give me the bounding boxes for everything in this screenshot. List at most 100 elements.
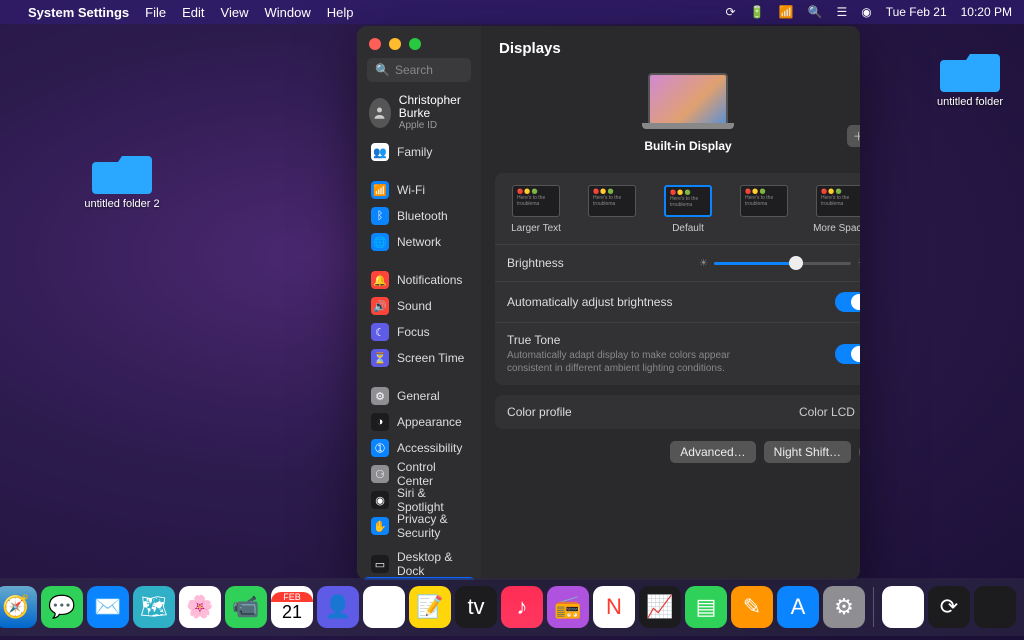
- dock-appstore[interactable]: A: [777, 586, 819, 628]
- night-shift-button[interactable]: Night Shift…: [764, 441, 851, 463]
- truetone-label: True Tone: [507, 333, 767, 347]
- sidebar-item-wi-fi[interactable]: 📶Wi-Fi: [363, 177, 475, 203]
- dock-settings[interactable]: ⚙: [823, 586, 865, 628]
- resolution-option[interactable]: 🔴🟡🟢Here's to the troublemaMore Space: [805, 185, 860, 234]
- sidebar-icon: ⚆: [371, 465, 389, 483]
- auto-brightness-label: Automatically adjust brightness: [507, 295, 672, 309]
- desktop-folder-2[interactable]: untitled folder 2: [82, 150, 162, 210]
- battery-icon[interactable]: 🔋: [750, 5, 765, 19]
- app-menu[interactable]: System Settings: [28, 5, 129, 20]
- sidebar-item-label: Privacy & Security: [397, 512, 467, 540]
- dock-safari[interactable]: 🧭: [0, 586, 37, 628]
- sidebar-item-label: Accessibility: [397, 441, 462, 455]
- wifi-icon[interactable]: 📶: [779, 5, 794, 19]
- sidebar-item-privacy-security[interactable]: ✋ Privacy & Security: [363, 513, 475, 539]
- minimize-button[interactable]: [389, 38, 401, 50]
- sidebar-item-focus[interactable]: ☾ Focus: [363, 319, 475, 345]
- sidebar-icon: 🔊: [371, 297, 389, 315]
- dock-steam[interactable]: ⟳: [928, 586, 970, 628]
- desktop-folder-1[interactable]: untitled folder: [930, 48, 1010, 108]
- search-input[interactable]: 🔍 Search: [367, 58, 471, 82]
- resolution-option[interactable]: 🔴🟡🟢Here's to the troublema: [577, 185, 647, 234]
- page-title: Displays: [481, 26, 860, 67]
- sidebar-item-sound[interactable]: 🔊 Sound: [363, 293, 475, 319]
- menu-help[interactable]: Help: [327, 5, 354, 20]
- dock-contacts[interactable]: 👤: [317, 586, 359, 628]
- sidebar-icon: ➀: [371, 439, 389, 457]
- color-profile-select[interactable]: Color LCD⇅: [799, 405, 860, 419]
- dock-news[interactable]: N: [593, 586, 635, 628]
- sidebar-icon: ☾: [371, 323, 389, 341]
- sidebar-item-screen-time[interactable]: ⏳ Screen Time: [363, 345, 475, 371]
- menu-file[interactable]: File: [145, 5, 166, 20]
- dock-maps[interactable]: 🗺: [133, 586, 175, 628]
- display-thumbnail[interactable]: [648, 73, 728, 125]
- dock-numbers[interactable]: ▤: [685, 586, 727, 628]
- sidebar-item-accessibility[interactable]: ➀ Accessibility: [363, 435, 475, 461]
- brightness-slider[interactable]: ☀ ☀: [699, 255, 860, 271]
- dock-facetime[interactable]: 📹: [225, 586, 267, 628]
- arrange-button[interactable]: ＋⌄: [847, 125, 860, 147]
- color-profile-label: Color profile: [507, 405, 572, 419]
- dock-pages[interactable]: ✎: [731, 586, 773, 628]
- menubar-date[interactable]: Tue Feb 21: [886, 5, 947, 19]
- menu-edit[interactable]: Edit: [182, 5, 204, 20]
- sidebar-item-label: Focus: [397, 325, 430, 339]
- advanced-button[interactable]: Advanced…: [670, 441, 755, 463]
- dock-reminders[interactable]: ☰: [363, 586, 405, 628]
- sidebar-item-siri-spotlight[interactable]: ◉Siri & Spotlight: [363, 487, 475, 513]
- sidebar-item-bluetooth[interactable]: ᛒBluetooth: [363, 203, 475, 229]
- window-controls: [357, 26, 481, 58]
- dock-music[interactable]: ♪: [501, 586, 543, 628]
- search-icon[interactable]: 🔍: [807, 5, 822, 19]
- menubar: System Settings File Edit View Window He…: [0, 0, 1024, 24]
- resolution-option[interactable]: 🔴🟡🟢Here's to the troublemaLarger Text: [501, 185, 571, 234]
- brightness-label: Brightness: [507, 256, 564, 270]
- sidebar-item-label: Bluetooth: [397, 209, 448, 223]
- dock-stocks[interactable]: 📈: [639, 586, 681, 628]
- dock-podcasts[interactable]: 📻: [547, 586, 589, 628]
- sidebar-item-label: Sound: [397, 299, 432, 313]
- sidebar-item-notifications[interactable]: 🔔Notifications: [363, 267, 475, 293]
- resolution-option[interactable]: 🔴🟡🟢Here's to the troublemaDefault: [653, 185, 723, 234]
- control-center-icon[interactable]: ☰: [836, 5, 847, 19]
- dock-separator: [873, 587, 874, 627]
- sidebar-icon: ◑: [371, 413, 389, 431]
- resolution-option[interactable]: 🔴🟡🟢Here's to the troublema: [729, 185, 799, 234]
- dock-apple[interactable]: [974, 586, 1016, 628]
- dock-mail[interactable]: ✉️: [87, 586, 129, 628]
- sidebar-item-label: Appearance: [397, 415, 462, 429]
- siri-icon[interactable]: ◉: [861, 5, 871, 19]
- sun-large-icon: ☀: [857, 255, 860, 271]
- sidebar-item-desktop-dock[interactable]: ▭Desktop & Dock: [363, 551, 475, 577]
- help-button[interactable]: ?: [859, 441, 860, 463]
- search-icon: 🔍: [375, 63, 390, 77]
- sidebar-icon: ⏳: [371, 349, 389, 367]
- sidebar-item-label: Network: [397, 235, 441, 249]
- sidebar-item-control-center[interactable]: ⚆Control Center: [363, 461, 475, 487]
- auto-brightness-toggle[interactable]: [835, 292, 860, 312]
- menu-view[interactable]: View: [221, 5, 249, 20]
- sidebar-item-family[interactable]: 👥Family: [363, 139, 475, 165]
- dock-notes[interactable]: 📝: [409, 586, 451, 628]
- truetone-toggle[interactable]: [835, 344, 860, 364]
- dock-photos[interactable]: 🌸: [179, 586, 221, 628]
- dock-tv[interactable]: tv: [455, 586, 497, 628]
- sidebar-icon: 🔔: [371, 271, 389, 289]
- dock-messages[interactable]: 💬: [41, 586, 83, 628]
- sidebar-icon: ✋: [371, 517, 389, 535]
- sidebar-item-network[interactable]: 🌐Network: [363, 229, 475, 255]
- sidebar-item-general[interactable]: ⚙General: [363, 383, 475, 409]
- status-icon[interactable]: ⟳: [726, 5, 736, 19]
- close-button[interactable]: [369, 38, 381, 50]
- menu-window[interactable]: Window: [264, 5, 310, 20]
- sidebar-item-label: Wi-Fi: [397, 183, 425, 197]
- dock-calendar[interactable]: FEB21: [271, 586, 313, 628]
- menubar-time[interactable]: 10:20 PM: [961, 5, 1012, 19]
- sidebar-item-appearance[interactable]: ◑ Appearance: [363, 409, 475, 435]
- apple-id-row[interactable]: Christopher Burke Apple ID: [357, 90, 481, 139]
- dock: 🙂 ▦ 🧭 💬 ✉️ 🗺 🌸 📹 FEB21 👤 ☰ 📝 tv ♪ 📻 N 📈 …: [0, 578, 1024, 636]
- dock-chrome[interactable]: ◯: [882, 586, 924, 628]
- sidebar-item-label: Screen Time: [397, 351, 464, 365]
- zoom-button[interactable]: [409, 38, 421, 50]
